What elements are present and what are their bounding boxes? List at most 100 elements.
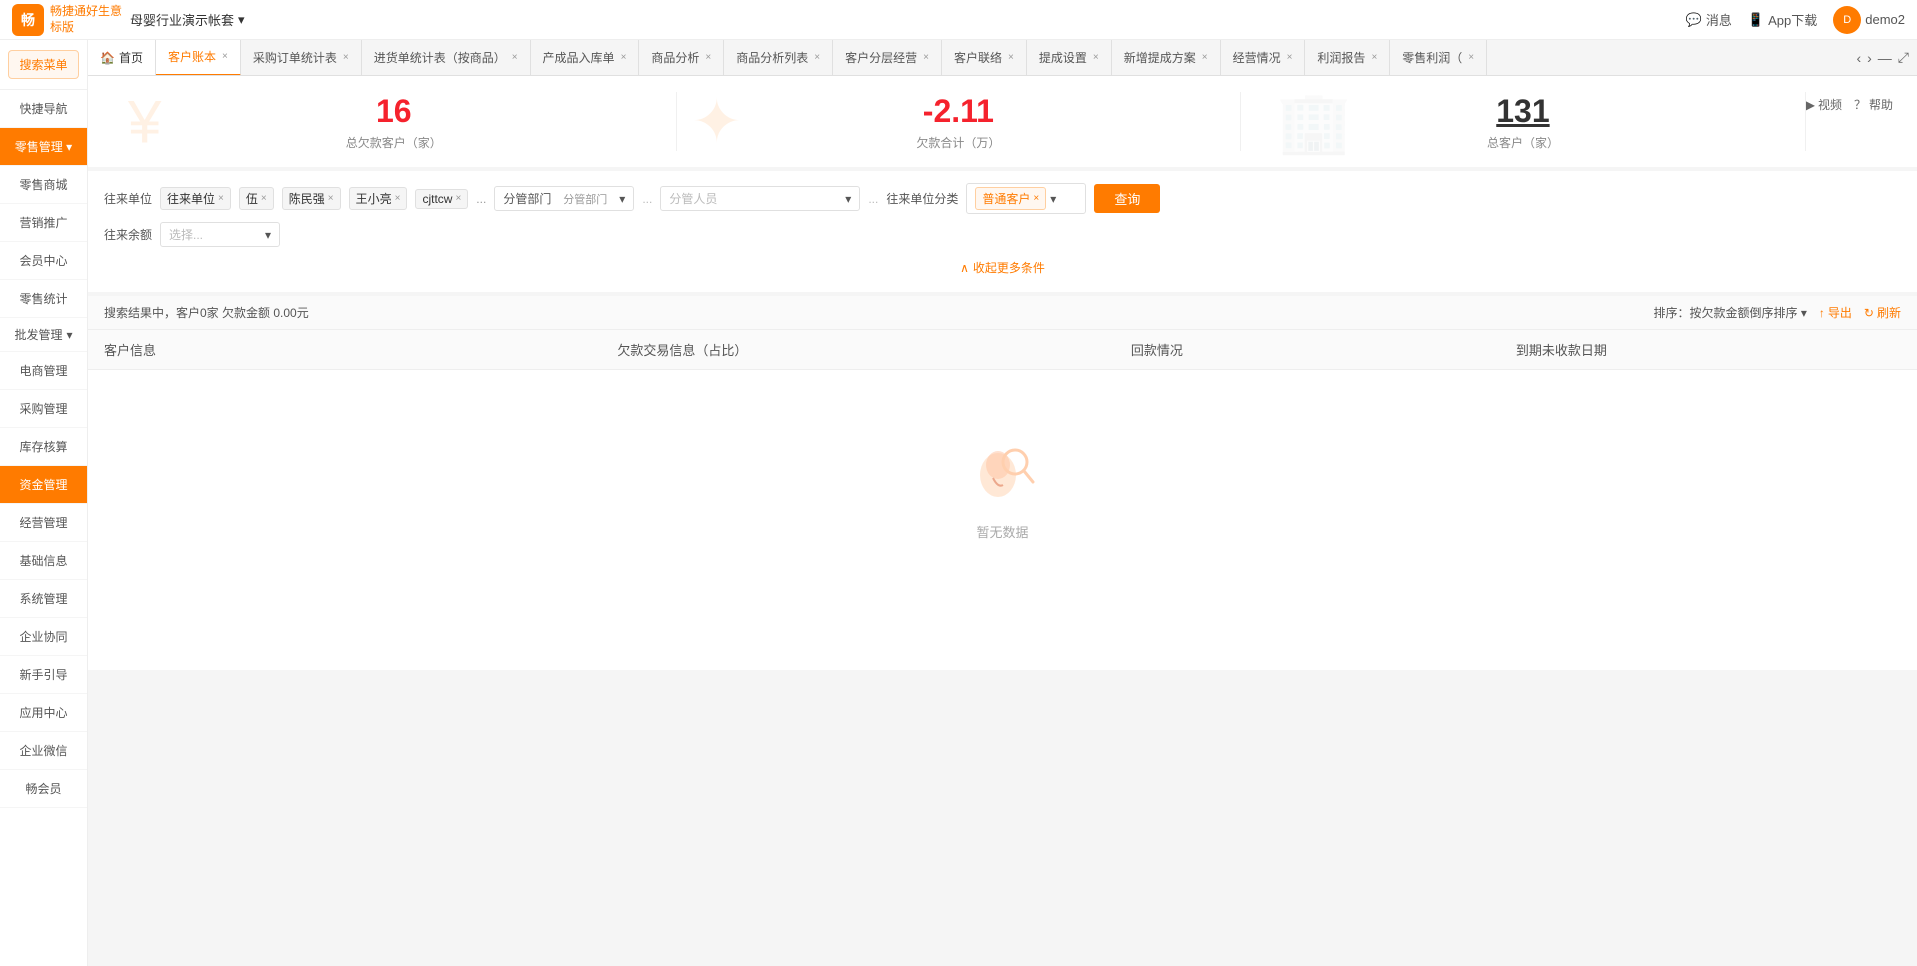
sidebar-item-member-center[interactable]: 会员中心: [0, 242, 87, 280]
category-selector[interactable]: 普通客户 × ▾: [966, 183, 1086, 214]
stat-arrears-value: -2.11: [701, 92, 1217, 130]
filter-row-1: 往来单位 往来单位 × 伍 × 陈民强 × 王小亮 ×: [104, 183, 1901, 214]
tab-prev-button[interactable]: ‹: [1856, 50, 1861, 66]
refresh-button[interactable]: ↻ 刷新: [1864, 304, 1901, 321]
tab-biz-situation[interactable]: 经营情况 ×: [1221, 40, 1306, 76]
sidebar-item-ecommerce[interactable]: 电商管理: [0, 352, 87, 390]
message-button[interactable]: 💬 消息: [1686, 10, 1732, 29]
close-icon[interactable]: ×: [814, 52, 820, 63]
filter-tag-chenminqiang: 陈民强 ×: [282, 187, 341, 210]
sidebar-item-batch-mgmt[interactable]: 批发管理 ▾: [0, 318, 87, 352]
tab-boost-settings[interactable]: 提成设置 ×: [1027, 40, 1112, 76]
close-icon[interactable]: ×: [621, 52, 627, 63]
empty-state: 暂无数据: [88, 370, 1917, 601]
balance-selector[interactable]: 选择... ▾: [160, 222, 280, 247]
tab-profit-report[interactable]: 利润报告 ×: [1305, 40, 1390, 76]
remove-chen-button[interactable]: ×: [328, 193, 334, 204]
close-icon[interactable]: ×: [1093, 52, 1099, 63]
sidebar-item-pro-member[interactable]: 畅会员: [0, 770, 87, 808]
category-tag-selected: 普通客户 ×: [975, 187, 1046, 210]
sidebar-item-finance[interactable]: 资金管理: [0, 466, 87, 504]
export-button[interactable]: ↑ 导出: [1819, 304, 1852, 321]
collapse-button[interactable]: ∧ 收起更多条件: [104, 255, 1901, 280]
filter-tag-wu: 伍 ×: [239, 187, 274, 210]
video-button[interactable]: ▶ 视频: [1806, 96, 1842, 113]
chevron-down-icon: ▾: [1050, 192, 1056, 206]
close-icon[interactable]: ×: [1468, 52, 1474, 63]
refresh-icon: ↻: [1864, 306, 1874, 320]
person-selector[interactable]: 分管人员 ▾: [660, 186, 860, 211]
page-content: ¥ ✦ 🏢 16 总欠款客户（家） -2.11 欠款合计（万） 131 总客户（…: [88, 76, 1917, 966]
tab-goods-analysis-list[interactable]: 商品分析列表 ×: [724, 40, 833, 76]
filter-tag-wangxiaoliang: 王小亮 ×: [349, 187, 408, 210]
stat-arrears-label: 欠款合计（万）: [701, 134, 1217, 151]
col-customer-info: 客户信息: [104, 340, 617, 359]
sidebar-item-inventory[interactable]: 库存核算: [0, 428, 87, 466]
stat-customers2-label: 总客户（家）: [1265, 134, 1781, 151]
close-icon[interactable]: ×: [222, 51, 228, 62]
logo-text: 畅捷通好生意 标版: [50, 4, 122, 35]
search-menu-button[interactable]: 搜索菜单: [8, 50, 79, 79]
remove-wang-button[interactable]: ×: [395, 193, 401, 204]
remove-category-button[interactable]: ×: [1033, 193, 1039, 204]
store-selector[interactable]: 母婴行业演示帐套 ▾: [130, 10, 245, 29]
tab-next-button[interactable]: ›: [1867, 50, 1872, 66]
sidebar-item-app-center[interactable]: 应用中心: [0, 694, 87, 732]
stat-customers-value: 16: [136, 92, 652, 130]
arrow-icon: ▾: [66, 140, 72, 154]
dept-selector[interactable]: 分管部门 分管部门 ▾: [494, 186, 634, 211]
sidebar-item-quick-nav[interactable]: 快捷导航: [0, 90, 87, 128]
remove-unit-default-button[interactable]: ×: [218, 193, 224, 204]
home-icon: 🏠: [100, 51, 115, 65]
sidebar-item-retail-mall[interactable]: 零售商城: [0, 166, 87, 204]
close-icon[interactable]: ×: [343, 52, 349, 63]
tab-goods-in-stats[interactable]: 进货单统计表（按商品） ×: [362, 40, 531, 76]
sidebar-item-ops-mgmt[interactable]: 经营管理: [0, 504, 87, 542]
tab-minimize-button[interactable]: —: [1878, 50, 1892, 66]
help-button[interactable]: ？ 帮助: [1854, 96, 1893, 113]
tab-add-boost[interactable]: 新增提成方案 ×: [1112, 40, 1221, 76]
close-icon[interactable]: ×: [1008, 52, 1014, 63]
stat-total-customers: 16 总欠款客户（家）: [112, 92, 677, 151]
tab-goods-analysis[interactable]: 商品分析 ×: [639, 40, 724, 76]
user-menu[interactable]: D demo2: [1833, 6, 1905, 34]
sidebar-item-new-guide[interactable]: 新手引导: [0, 656, 87, 694]
close-icon[interactable]: ×: [923, 52, 929, 63]
stat-arrears-total: -2.11 欠款合计（万）: [677, 92, 1242, 151]
sidebar-item-sys-mgmt[interactable]: 系统管理: [0, 580, 87, 618]
tab-retail-profit[interactable]: 零售利润（ ×: [1390, 40, 1487, 76]
table-body: 暂无数据: [88, 370, 1917, 670]
result-summary: 搜索结果中，客户0家 欠款金额 0.00元: [104, 304, 309, 321]
tab-production-in[interactable]: 产成品入库单 ×: [531, 40, 640, 76]
remove-wu-button[interactable]: ×: [261, 193, 267, 204]
close-icon[interactable]: ×: [1371, 52, 1377, 63]
person-more: ...: [868, 192, 878, 206]
tab-maximize-button[interactable]: ⤢: [1898, 49, 1909, 66]
tabbar: 🏠 首页 客户账本 × 采购订单统计表 × 进货单统计表（按商品） × 产成品入…: [88, 40, 1917, 76]
tab-home[interactable]: 🏠 首页: [88, 40, 156, 76]
tab-customer-contact[interactable]: 客户联络 ×: [942, 40, 1027, 76]
close-icon[interactable]: ×: [1287, 52, 1293, 63]
remove-cjttcw-button[interactable]: ×: [455, 193, 461, 204]
close-icon[interactable]: ×: [705, 52, 711, 63]
chevron-up-icon: ∧: [960, 261, 969, 275]
sidebar-item-retail-mgmt[interactable]: 零售管理 ▾: [0, 128, 87, 166]
sidebar-item-marketing[interactable]: 营销推广: [0, 204, 87, 242]
close-icon[interactable]: ×: [1202, 52, 1208, 63]
query-button[interactable]: 查询: [1094, 184, 1160, 213]
tab-customer-tier[interactable]: 客户分层经营 ×: [833, 40, 942, 76]
filter-more-units[interactable]: ...: [476, 192, 486, 206]
main-area: 🏠 首页 客户账本 × 采购订单统计表 × 进货单统计表（按商品） × 产成品入…: [88, 40, 1917, 966]
sidebar-item-retail-stats[interactable]: 零售统计: [0, 280, 87, 318]
sidebar-item-purchase[interactable]: 采购管理: [0, 390, 87, 428]
tab-purchase-order-stats[interactable]: 采购订单统计表 ×: [241, 40, 362, 76]
close-icon[interactable]: ×: [512, 52, 518, 63]
sidebar-item-basic-info[interactable]: 基础信息: [0, 542, 87, 580]
tab-accounts-book[interactable]: 客户账本 ×: [156, 40, 241, 76]
message-icon: 💬: [1686, 12, 1702, 28]
app-download-button[interactable]: 📱 App下载: [1748, 10, 1817, 29]
sidebar-item-corp-wechat[interactable]: 企业微信: [0, 732, 87, 770]
topbar-right: 💬 消息 📱 App下载 D demo2: [1686, 6, 1905, 34]
category-filter-label: 往来单位分类: [886, 190, 958, 207]
sidebar-item-corp-collab[interactable]: 企业协同: [0, 618, 87, 656]
